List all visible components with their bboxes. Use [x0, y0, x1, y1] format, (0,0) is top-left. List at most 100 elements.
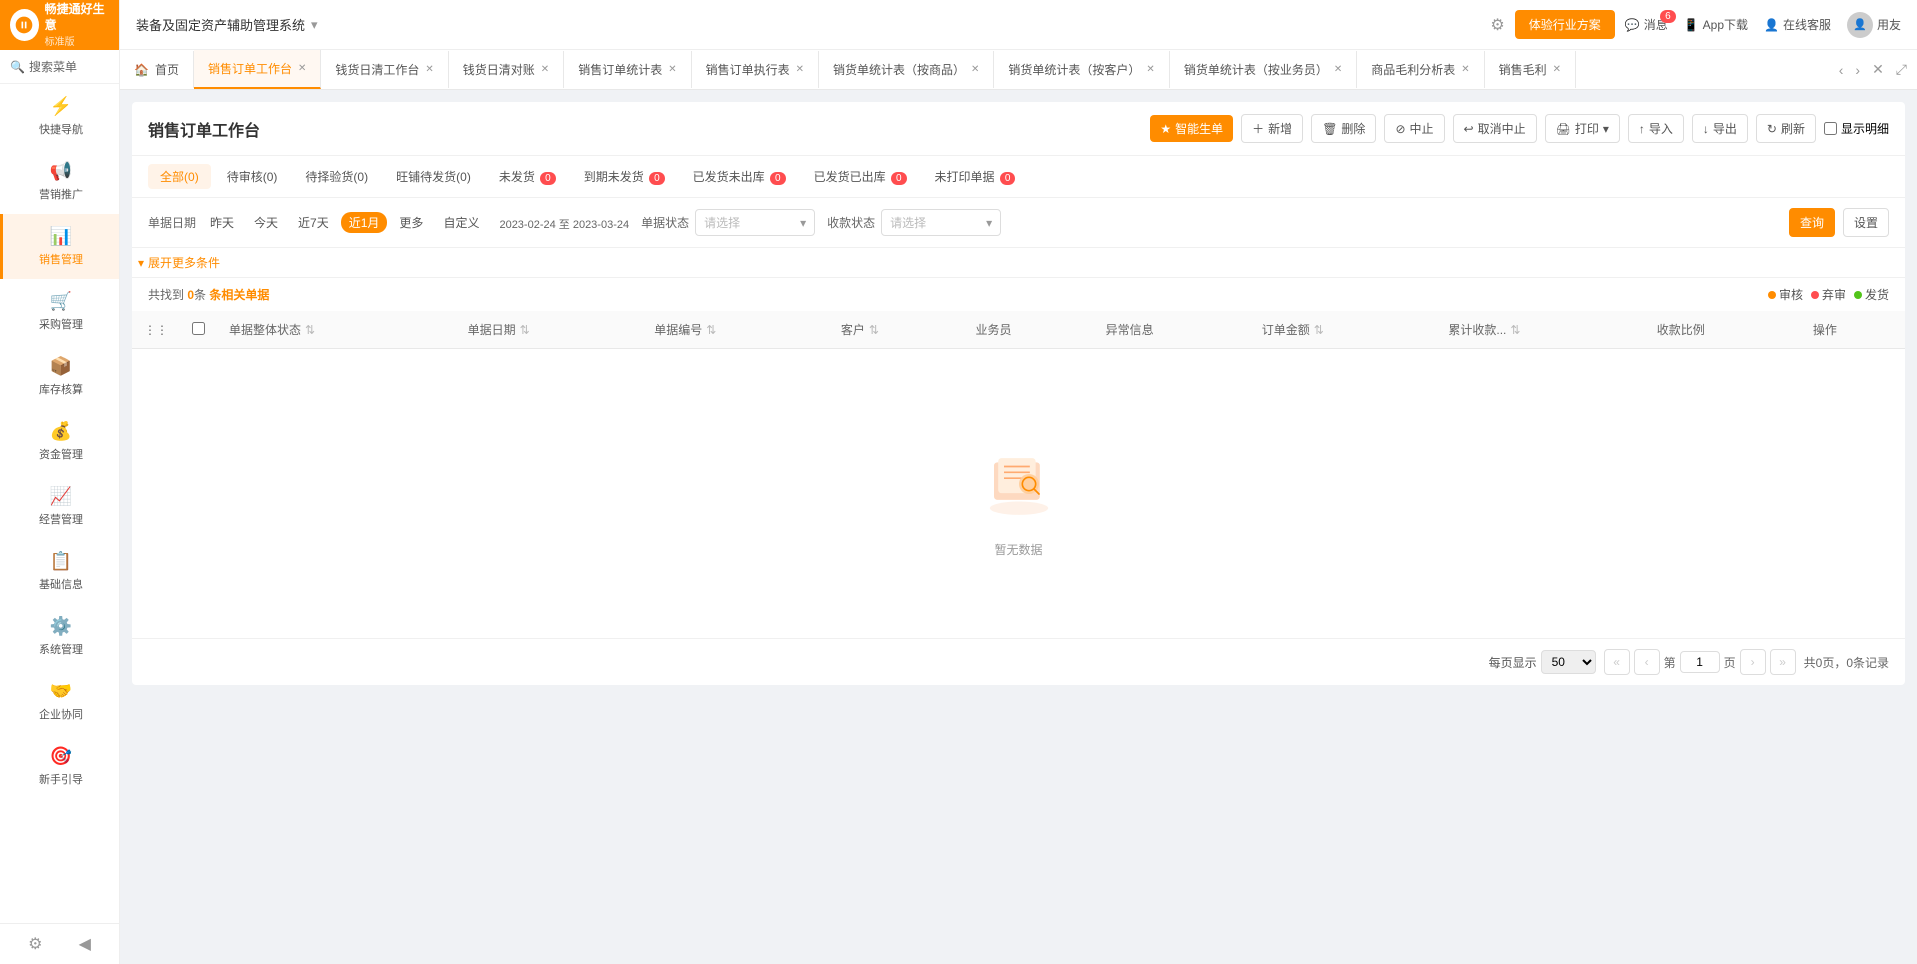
- filter-tab-shipped-not-out[interactable]: 已发货未出库 0: [681, 164, 798, 189]
- batch-ship-btn[interactable]: 发货: [1854, 286, 1889, 303]
- th-amount[interactable]: 订单金额⇅: [1250, 311, 1437, 349]
- date-btn-yesterday[interactable]: 昨天: [202, 212, 242, 233]
- sidebar-item-guide[interactable]: 🎯 新手引导: [0, 734, 119, 799]
- date-btn-today[interactable]: 今天: [246, 212, 286, 233]
- tab-close-icon[interactable]: ✕: [298, 63, 306, 74]
- th-collected[interactable]: 累计收款...⇅: [1436, 311, 1644, 349]
- tab-sales-workbench[interactable]: 销售订单工作台 ✕: [194, 50, 321, 89]
- expand-btn[interactable]: ▾ 展开更多条件: [138, 254, 1899, 271]
- tab-close-icon[interactable]: ✕: [971, 64, 979, 75]
- user-menu[interactable]: 👤 用友: [1847, 12, 1901, 38]
- query-btn[interactable]: 查询: [1789, 208, 1835, 237]
- th-abnormal[interactable]: 异常信息: [1094, 311, 1250, 349]
- filter-tab-not-shipped[interactable]: 未发货 0: [487, 164, 568, 189]
- tab-next-btn[interactable]: ›: [1851, 58, 1864, 82]
- payment-select[interactable]: 请选择 ▾: [881, 209, 1001, 236]
- page-first-btn[interactable]: «: [1604, 649, 1630, 675]
- sidebar-item-operations[interactable]: 📈 经营管理: [0, 474, 119, 539]
- page-size-select[interactable]: 10 20 50 100: [1541, 650, 1596, 674]
- plan-button[interactable]: 体验行业方案: [1515, 10, 1615, 39]
- filter-tab-all[interactable]: 全部(0): [148, 164, 211, 189]
- page-input[interactable]: [1680, 651, 1720, 673]
- message-item[interactable]: 💬 消息 6: [1625, 16, 1668, 33]
- th-number[interactable]: 单据编号⇅: [642, 311, 829, 349]
- select-all-checkbox[interactable]: [192, 322, 205, 335]
- export-btn[interactable]: ↓ 导出: [1692, 114, 1748, 143]
- tab-cash-ledger[interactable]: 钱货日清对账 ✕: [449, 51, 564, 88]
- tab-sales-exec[interactable]: 销售订单执行表 ✕: [692, 51, 819, 88]
- filter-tab-not-printed[interactable]: 未打印单据 0: [923, 164, 1028, 189]
- tab-home[interactable]: 🏠 首页: [120, 51, 194, 88]
- tab-label: 销货单统计表（按商品）: [833, 61, 965, 78]
- tab-sale-gross[interactable]: 销售毛利 ✕: [1485, 51, 1576, 88]
- tab-margin-analysis[interactable]: 商品毛利分析表 ✕: [1357, 51, 1484, 88]
- status-select[interactable]: 请选择 ▾: [695, 209, 815, 236]
- filter-tab-pending-inspection[interactable]: 待择验货(0): [293, 164, 380, 189]
- tab-sale-summary-product[interactable]: 销货单统计表（按商品） ✕: [819, 51, 994, 88]
- add-btn[interactable]: ＋ 新增: [1241, 114, 1303, 143]
- sidebar-item-system[interactable]: ⚙️ 系统管理: [0, 604, 119, 669]
- sidebar-item-quick-nav[interactable]: ⚡ 快捷导航: [0, 84, 119, 149]
- tab-close-icon[interactable]: ✕: [1553, 64, 1561, 75]
- topbar-dropdown-icon[interactable]: ▾: [311, 17, 318, 33]
- filter-tab-pending-review[interactable]: 待审核(0): [215, 164, 290, 189]
- th-checkbox[interactable]: [180, 311, 217, 349]
- topbar-settings-icon[interactable]: ⚙: [1490, 15, 1504, 35]
- tab-expand-btn[interactable]: ⤢: [1892, 57, 1911, 82]
- sidebar-item-label: 销售管理: [39, 251, 83, 267]
- date-btn-custom[interactable]: 自定义: [435, 212, 487, 233]
- sidebar-search[interactable]: 🔍 搜索菜单: [0, 50, 119, 84]
- app-download-item[interactable]: 📱 App下载: [1684, 16, 1748, 33]
- batch-review-btn[interactable]: 审核: [1768, 286, 1803, 303]
- filter-tab-overdue[interactable]: 到期未发货 0: [572, 164, 677, 189]
- date-btn-1month[interactable]: 近1月: [341, 212, 388, 233]
- tab-prev-btn[interactable]: ‹: [1835, 58, 1848, 82]
- suspend-btn[interactable]: ⊘ 中止: [1384, 114, 1444, 143]
- sidebar-item-marketing[interactable]: 📢 营销推广: [0, 149, 119, 214]
- page-next-btn[interactable]: ›: [1740, 649, 1766, 675]
- filter-tab-wangpu[interactable]: 旺铺待发货(0): [384, 164, 483, 189]
- th-date[interactable]: 单据日期⇅: [456, 311, 643, 349]
- sidebar-item-inventory[interactable]: 📦 库存核算: [0, 344, 119, 409]
- page-prev-btn[interactable]: ‹: [1634, 649, 1660, 675]
- tab-cash-daily[interactable]: 钱货日清工作台 ✕: [321, 51, 448, 88]
- sidebar-item-basic[interactable]: 📋 基础信息: [0, 539, 119, 604]
- date-btn-more[interactable]: 更多: [391, 212, 431, 233]
- cancel-suspend-btn[interactable]: ↩ 取消中止: [1453, 114, 1537, 143]
- tab-sale-summary-staff[interactable]: 销货单统计表（按业务员） ✕: [1170, 51, 1357, 88]
- tab-close-icon[interactable]: ✕: [1146, 64, 1154, 75]
- tab-close-icon[interactable]: ✕: [1461, 64, 1469, 75]
- tab-close-all-btn[interactable]: ✕: [1868, 57, 1888, 82]
- date-btn-7days[interactable]: 近7天: [290, 212, 337, 233]
- tab-close-icon[interactable]: ✕: [796, 64, 804, 75]
- print-btn[interactable]: 🖨 打印 ▾: [1545, 114, 1620, 143]
- collapse-icon[interactable]: ◀: [79, 934, 91, 954]
- batch-cancel-review-btn[interactable]: 弃审: [1811, 286, 1846, 303]
- tab-close-icon[interactable]: ✕: [668, 64, 676, 75]
- refresh-btn[interactable]: ↻ 刷新: [1756, 114, 1816, 143]
- import-btn[interactable]: ↑ 导入: [1628, 114, 1684, 143]
- page-last-btn[interactable]: »: [1770, 649, 1796, 675]
- expand-icon: ▾: [138, 256, 144, 270]
- sidebar-item-enterprise[interactable]: 🤝 企业协同: [0, 669, 119, 734]
- sidebar-item-purchase[interactable]: 🛒 采购管理: [0, 279, 119, 344]
- show-detail-checkbox[interactable]: 显示明细: [1824, 120, 1889, 137]
- tab-close-icon[interactable]: ✕: [1334, 64, 1342, 75]
- settings-filter-btn[interactable]: 设置: [1843, 208, 1889, 237]
- sidebar-item-sales[interactable]: 📊 销售管理: [0, 214, 119, 279]
- filter-tab-shipped-out[interactable]: 已发货已出库 0: [802, 164, 919, 189]
- th-staff[interactable]: 业务员: [964, 311, 1094, 349]
- online-service-item[interactable]: 👤 在线客服: [1764, 16, 1831, 33]
- settings-icon[interactable]: ⚙: [28, 934, 42, 954]
- date-range-display: 2023-02-24 至 2023-03-24: [499, 214, 629, 232]
- tab-close-icon[interactable]: ✕: [541, 64, 549, 75]
- smart-btn[interactable]: ★ 智能生单: [1150, 115, 1233, 142]
- tab-close-icon[interactable]: ✕: [425, 64, 433, 75]
- show-detail-input[interactable]: [1824, 122, 1837, 135]
- th-status[interactable]: 单据整体状态⇅: [217, 311, 456, 349]
- th-customer[interactable]: 客户⇅: [829, 311, 964, 349]
- tab-sale-summary-customer[interactable]: 销货单统计表（按客户） ✕: [994, 51, 1169, 88]
- delete-btn[interactable]: 🗑 删除: [1311, 114, 1376, 143]
- tab-sales-stats[interactable]: 销售订单统计表 ✕: [564, 51, 691, 88]
- sidebar-item-finance[interactable]: 💰 资金管理: [0, 409, 119, 474]
